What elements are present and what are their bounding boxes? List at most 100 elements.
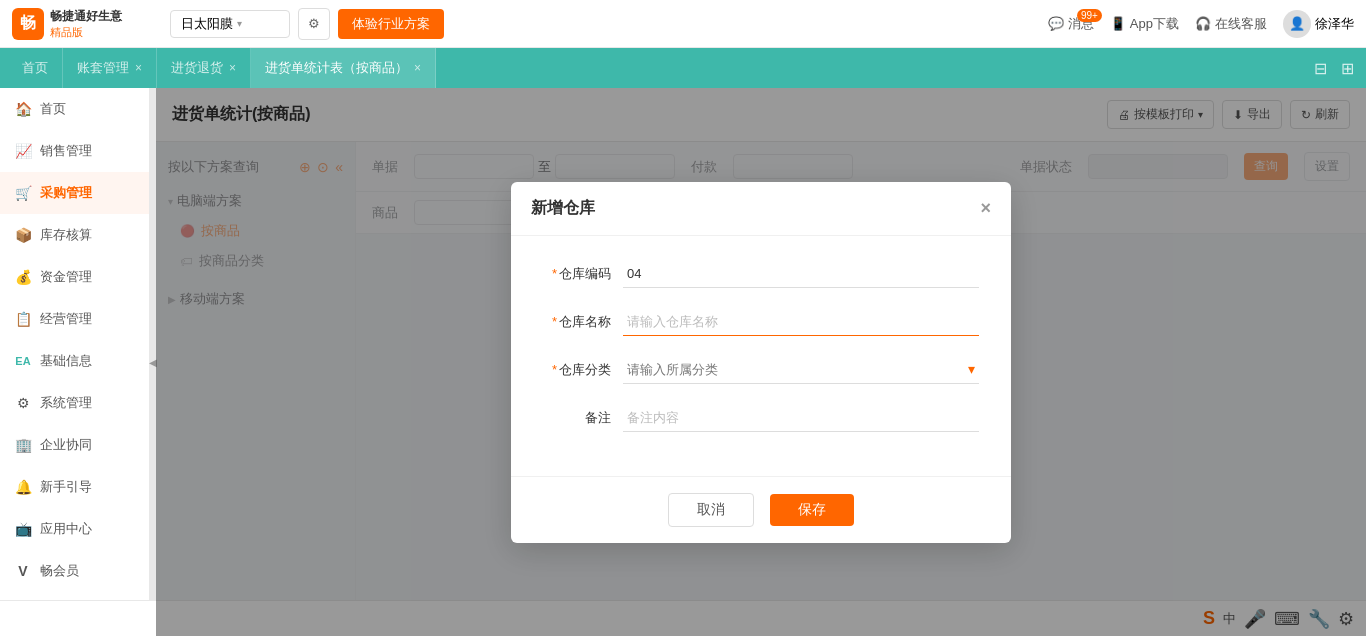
home-icon: 🏠	[14, 100, 32, 118]
content-area: 进货单统计(按商品) 🖨 按模板打印 ▾ ⬇ 导出 ↻ 刷新	[156, 88, 1366, 636]
app-download-button[interactable]: 📱 App下载	[1110, 15, 1179, 33]
form-row-name: 仓库名称	[543, 308, 979, 336]
sidebar: 🏠 首页 📈 销售管理 🛒 采购管理 📦 库存核算 💰 资金管理 📋 经营管理 …	[0, 88, 150, 636]
form-row-code: 仓库编码	[543, 260, 979, 288]
note-input[interactable]	[623, 404, 979, 432]
sidebar-item-guide[interactable]: 🔔 新手引导	[0, 466, 149, 508]
save-button[interactable]: 保存	[770, 494, 854, 526]
gear-icon: ⚙	[308, 16, 320, 31]
app-download-label: App下载	[1130, 15, 1179, 33]
sidebar-apps-label: 应用中心	[40, 520, 92, 538]
trial-button[interactable]: 体验行业方案	[338, 9, 444, 39]
modal-header: 新增仓库 ×	[511, 182, 1011, 236]
sidebar-enterprise-label: 企业协同	[40, 436, 92, 454]
tab-purchase-return[interactable]: 进货退货 ×	[157, 48, 251, 88]
note-label: 备注	[543, 409, 623, 427]
sidebar-vip-label: 畅会员	[40, 562, 79, 580]
vip-icon: V	[14, 562, 32, 580]
form-row-note: 备注	[543, 404, 979, 432]
tab-bar: 首页 账套管理 × 进货退货 × 进货单统计表（按商品） × ⊟ ⊞	[0, 48, 1366, 88]
name-label: 仓库名称	[543, 313, 623, 331]
apps-icon: 📺	[14, 520, 32, 538]
headset-icon: 🎧	[1195, 16, 1211, 31]
tab-account-close[interactable]: ×	[135, 61, 142, 75]
tab-home-label: 首页	[22, 59, 48, 77]
avatar: 👤	[1283, 10, 1311, 38]
logo-text: 畅捷通好生意 精品版	[50, 8, 122, 40]
sidebar-item-home[interactable]: 🏠 首页	[0, 88, 149, 130]
tab-account-label: 账套管理	[77, 59, 129, 77]
basic-info-icon: EA	[14, 352, 32, 370]
store-name: 日太阳膜	[181, 15, 233, 33]
gear-button[interactable]: ⚙	[298, 8, 330, 40]
enterprise-icon: 🏢	[14, 436, 32, 454]
sidebar-item-apps[interactable]: 📺 应用中心	[0, 508, 149, 550]
inventory-icon: 📦	[14, 226, 32, 244]
top-header: 畅 畅捷通好生意 精品版 日太阳膜 ▾ ⚙ 体验行业方案 💬 消息 99+ 📱 …	[0, 0, 1366, 48]
sidebar-system-label: 系统管理	[40, 394, 92, 412]
modal-body: 仓库编码 仓库名称 仓库分类 ▾	[511, 236, 1011, 476]
sidebar-item-system[interactable]: ⚙ 系统管理	[0, 382, 149, 424]
tab-purchase-stats[interactable]: 进货单统计表（按商品） ×	[251, 48, 436, 88]
name-input[interactable]	[623, 308, 979, 336]
guide-icon: 🔔	[14, 478, 32, 496]
tab-right-controls: ⊟ ⊞	[1310, 59, 1358, 78]
sidebar-item-operations[interactable]: 📋 经营管理	[0, 298, 149, 340]
category-select-wrapper: ▾	[623, 356, 979, 384]
sidebar-item-finance[interactable]: 💰 资金管理	[0, 256, 149, 298]
sidebar-item-vip[interactable]: V 畅会员	[0, 550, 149, 592]
sidebar-basic-info-label: 基础信息	[40, 352, 92, 370]
system-icon: ⚙	[14, 394, 32, 412]
finance-icon: 💰	[14, 268, 32, 286]
modal-title: 新增仓库	[531, 198, 595, 219]
tab-account[interactable]: 账套管理 ×	[63, 48, 157, 88]
message-icon: 💬	[1048, 16, 1064, 31]
modal-close-button[interactable]: ×	[980, 199, 991, 217]
cancel-button[interactable]: 取消	[668, 493, 754, 527]
logo-area: 畅 畅捷通好生意 精品版	[12, 8, 162, 40]
phone-icon: 📱	[1110, 16, 1126, 31]
sidebar-item-sales[interactable]: 📈 销售管理	[0, 130, 149, 172]
sidebar-item-enterprise[interactable]: 🏢 企业协同	[0, 424, 149, 466]
category-arrow-icon: ▾	[968, 361, 975, 377]
sidebar-inventory-label: 库存核算	[40, 226, 92, 244]
sidebar-operations-label: 经营管理	[40, 310, 92, 328]
logo-sub-text: 精品版	[50, 25, 122, 40]
tab-home[interactable]: 首页	[8, 48, 63, 88]
sales-icon: 📈	[14, 142, 32, 160]
sidebar-home-label: 首页	[40, 100, 66, 118]
category-input[interactable]	[623, 356, 979, 383]
messages-badge: 99+	[1077, 9, 1102, 22]
sidebar-item-basic-info[interactable]: EA 基础信息	[0, 340, 149, 382]
logo-main-text: 畅捷通好生意	[50, 8, 122, 25]
new-warehouse-modal: 新增仓库 × 仓库编码 仓库名称 仓库	[511, 182, 1011, 543]
sidebar-sales-label: 销售管理	[40, 142, 92, 160]
category-label: 仓库分类	[543, 361, 623, 379]
user-profile[interactable]: 👤 徐泽华	[1283, 10, 1354, 38]
tab-purchase-stats-label: 进货单统计表（按商品）	[265, 59, 408, 77]
tab-minimize-button[interactable]: ⊟	[1310, 59, 1331, 78]
tab-purchase-return-label: 进货退货	[171, 59, 223, 77]
sidebar-finance-label: 资金管理	[40, 268, 92, 286]
sidebar-item-inventory[interactable]: 📦 库存核算	[0, 214, 149, 256]
code-input[interactable]	[623, 260, 979, 288]
sidebar-purchase-label: 采购管理	[40, 184, 92, 202]
modal-footer: 取消 保存	[511, 476, 1011, 543]
tab-purchase-stats-close[interactable]: ×	[414, 61, 421, 75]
online-service-button[interactable]: 🎧 在线客服	[1195, 15, 1267, 33]
tab-purchase-return-close[interactable]: ×	[229, 61, 236, 75]
messages-button[interactable]: 💬 消息 99+	[1048, 15, 1094, 33]
form-row-category: 仓库分类 ▾	[543, 356, 979, 384]
username: 徐泽华	[1315, 15, 1354, 33]
main-layout: 🏠 首页 📈 销售管理 🛒 采购管理 📦 库存核算 💰 资金管理 📋 经营管理 …	[0, 88, 1366, 636]
tab-expand-button[interactable]: ⊞	[1337, 59, 1358, 78]
online-service-label: 在线客服	[1215, 15, 1267, 33]
modal-overlay: 新增仓库 × 仓库编码 仓库名称 仓库	[156, 88, 1366, 636]
operations-icon: 📋	[14, 310, 32, 328]
chevron-down-icon: ▾	[237, 18, 242, 29]
sidebar-item-purchase[interactable]: 🛒 采购管理	[0, 172, 149, 214]
sidebar-guide-label: 新手引导	[40, 478, 92, 496]
store-selector[interactable]: 日太阳膜 ▾	[170, 10, 290, 38]
purchase-icon: 🛒	[14, 184, 32, 202]
logo-icon: 畅	[12, 8, 44, 40]
